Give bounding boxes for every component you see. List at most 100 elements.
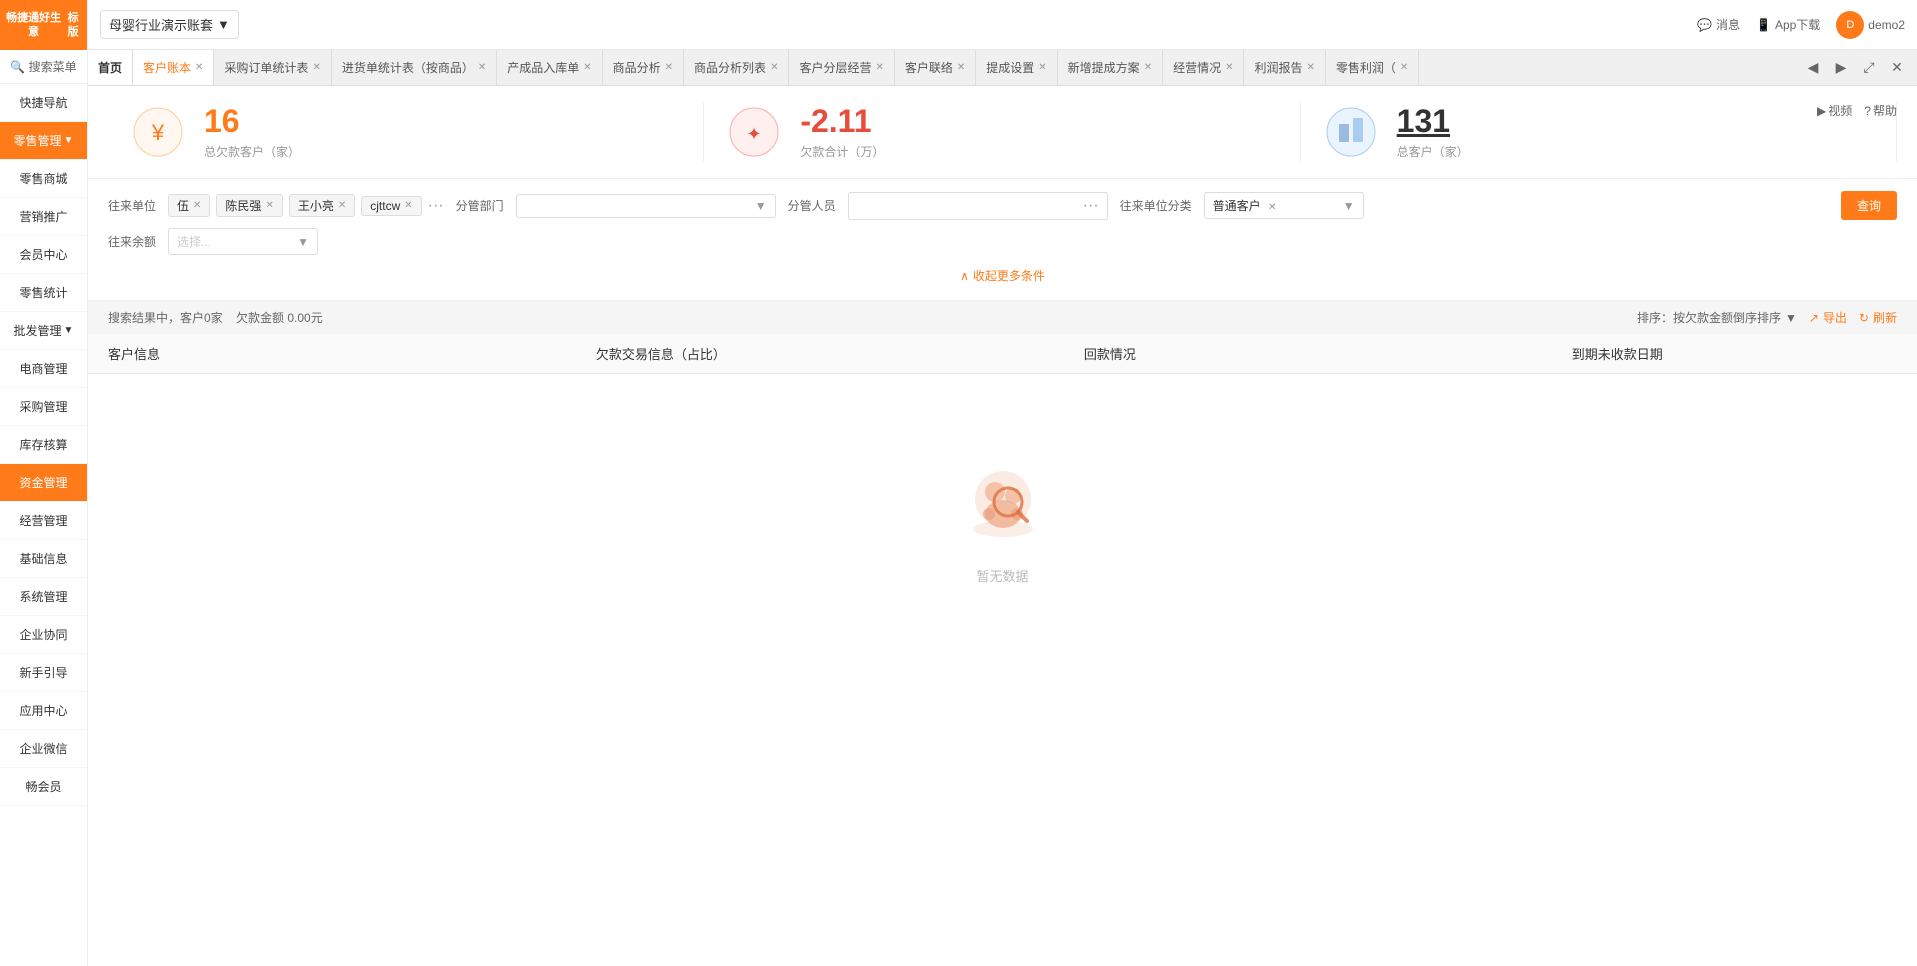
- tab-home[interactable]: 首页: [88, 50, 133, 86]
- tab-expand-btn[interactable]: ⤢: [1857, 56, 1881, 80]
- remove-category-tag[interactable]: ✕: [1268, 202, 1276, 213]
- sidebar-item-vip-member[interactable]: 畅会员: [0, 768, 87, 806]
- tab-close-icon[interactable]: ✕: [1144, 62, 1152, 73]
- more-tags-btn[interactable]: ···: [428, 198, 444, 214]
- tab-close-icon[interactable]: ✕: [1307, 62, 1315, 73]
- content-area: ¥ 16 总欠款客户（家） ✦ -2.11 欠款合计（: [88, 86, 1917, 966]
- sidebar-item-app-center[interactable]: 应用中心: [0, 692, 87, 730]
- filter-row-2: 往来余额 选择... ▼: [108, 228, 1897, 255]
- remove-tag-0[interactable]: ✕: [193, 200, 201, 211]
- remove-tag-2[interactable]: ✕: [338, 200, 346, 211]
- empty-icon: [953, 454, 1053, 554]
- tab-prev-btn[interactable]: ◀: [1801, 56, 1825, 80]
- sidebar-item-quick-nav[interactable]: 快捷导航: [0, 84, 87, 122]
- tab-retail-profit[interactable]: 零售利润（ ✕: [1326, 50, 1419, 86]
- sidebar-item-purchase[interactable]: 采购管理: [0, 388, 87, 426]
- filter-tag-2[interactable]: 王小亮 ✕: [289, 194, 355, 217]
- sidebar-item-enterprise-wechat[interactable]: 企业微信: [0, 730, 87, 768]
- sidebar-item-inventory[interactable]: 库存核算: [0, 426, 87, 464]
- search-menu[interactable]: 🔍 搜索菜单: [0, 50, 87, 84]
- top-bar-left: 母婴行业演示账套 ▼: [100, 10, 239, 39]
- tab-close-icon[interactable]: ✕: [770, 62, 778, 73]
- tab-close-icon[interactable]: ✕: [957, 62, 965, 73]
- tab-close-all-btn[interactable]: ✕: [1885, 56, 1909, 80]
- tab-customer-contact[interactable]: 客户联络 ✕: [895, 50, 976, 86]
- tab-close-icon[interactable]: ✕: [195, 62, 203, 73]
- tab-close-icon[interactable]: ✕: [583, 62, 591, 73]
- top-bar: 母婴行业演示账套 ▼ 💬 消息 📱 App下载 D demo2: [88, 0, 1917, 50]
- chevron-down-icon: ▼: [1785, 311, 1797, 325]
- sidebar-item-retail-mall[interactable]: 零售商城: [0, 160, 87, 198]
- sidebar-item-marketing[interactable]: 营销推广: [0, 198, 87, 236]
- filter-row-1: 往来单位 伍 ✕ 陈民强 ✕ 王小亮 ✕ cjttcw: [108, 191, 1897, 220]
- filter-category-select[interactable]: 普通客户 ✕ ▼: [1204, 192, 1364, 219]
- filter-balance-select[interactable]: 选择... ▼: [168, 228, 318, 255]
- refresh-btn[interactable]: ↻ 刷新: [1859, 309, 1897, 326]
- help-icon: ?: [1864, 104, 1871, 118]
- tab-close-icon[interactable]: ✕: [478, 62, 486, 73]
- tab-next-btn[interactable]: ▶: [1829, 56, 1853, 80]
- tab-close-icon[interactable]: ✕: [1400, 62, 1408, 73]
- tab-product-entry[interactable]: 产成品入库单 ✕: [497, 50, 602, 86]
- tab-customer-account[interactable]: 客户账本 ✕: [133, 50, 214, 86]
- sidebar-item-batch-mgmt[interactable]: 批发管理 ▼: [0, 312, 87, 350]
- stat-value-total: 131: [1397, 104, 1469, 139]
- tab-new-suggest[interactable]: 新增提成方案 ✕: [1058, 50, 1163, 86]
- message-btn[interactable]: 💬 消息: [1697, 16, 1740, 33]
- download-icon: 📱: [1756, 18, 1771, 32]
- sidebar-item-sys-mgmt[interactable]: 系统管理: [0, 578, 87, 616]
- tab-incoming-stats[interactable]: 进货单统计表（按商品） ✕: [332, 50, 497, 86]
- tab-suggest-settings[interactable]: 提成设置 ✕: [976, 50, 1057, 86]
- filter-tag-1[interactable]: 陈民强 ✕: [216, 194, 282, 217]
- stat-info-customers: 16 总欠款客户（家）: [204, 104, 300, 160]
- filter-label-unit: 往来单位: [108, 197, 156, 214]
- video-btn[interactable]: ▶ 视频: [1817, 102, 1852, 119]
- tab-customer-segment[interactable]: 客户分层经营 ✕: [789, 50, 894, 86]
- tab-close-icon[interactable]: ✕: [1225, 62, 1233, 73]
- tab-profit-report[interactable]: 利润报告 ✕: [1244, 50, 1325, 86]
- col-header-customer: 客户信息: [108, 344, 596, 363]
- sidebar-item-ecommerce[interactable]: 电商管理: [0, 350, 87, 388]
- remove-tag-3[interactable]: ✕: [404, 200, 412, 211]
- collapse-filter-btn[interactable]: ∧ 收起更多条件: [956, 263, 1049, 288]
- remove-tag-1[interactable]: ✕: [265, 200, 273, 211]
- top-bar-right: 💬 消息 📱 App下载 D demo2: [1697, 11, 1905, 39]
- export-btn[interactable]: ↗ 导出: [1809, 309, 1847, 326]
- tab-purchase-order[interactable]: 采购订单统计表 ✕: [214, 50, 331, 86]
- help-btn[interactable]: ? 帮助: [1864, 102, 1897, 119]
- stat-label-total: 总客户（家）: [1397, 143, 1469, 160]
- filter-tag-3[interactable]: cjttcw ✕: [361, 196, 421, 216]
- filter-tag-0[interactable]: 伍 ✕: [168, 194, 210, 217]
- sidebar-item-new-guide[interactable]: 新手引导: [0, 654, 87, 692]
- app-download-btn[interactable]: 📱 App下载: [1756, 16, 1820, 33]
- empty-state: 暂无数据: [88, 374, 1917, 665]
- tab-close-icon[interactable]: ✕: [312, 62, 320, 73]
- sidebar-item-finance[interactable]: 资金管理: [0, 464, 87, 502]
- filter-person-select[interactable]: ···: [848, 192, 1108, 220]
- sort-selector[interactable]: 排序：按欠款金额倒序排序 ▼: [1637, 309, 1797, 326]
- tab-product-analysis[interactable]: 商品分析 ✕: [603, 50, 684, 86]
- filter-dept-select[interactable]: ▼: [516, 194, 776, 218]
- sidebar-item-retail-stats[interactable]: 零售统计: [0, 274, 87, 312]
- dots-icon[interactable]: ···: [1083, 197, 1099, 215]
- chevron-down-icon: ▼: [64, 135, 74, 146]
- message-icon: 💬: [1697, 18, 1712, 32]
- tab-close-icon[interactable]: ✕: [1038, 62, 1046, 73]
- tab-close-icon[interactable]: ✕: [875, 62, 883, 73]
- sidebar-item-ops[interactable]: 经营管理: [0, 502, 87, 540]
- query-button[interactable]: 查询: [1841, 191, 1897, 220]
- user-profile[interactable]: D demo2: [1836, 11, 1905, 39]
- table-container: 客户信息 欠款交易信息（占比） 回款情况 到期未收款日期: [88, 334, 1917, 966]
- org-selector[interactable]: 母婴行业演示账套 ▼: [100, 10, 239, 39]
- chevron-down-icon: ▼: [1343, 199, 1355, 213]
- tab-close-icon[interactable]: ✕: [665, 62, 673, 73]
- sidebar-item-retail-mgmt[interactable]: 零售管理 ▼: [0, 122, 87, 160]
- sidebar-item-member[interactable]: 会员中心: [0, 236, 87, 274]
- app-logo: 畅捷通好生意标版: [0, 0, 87, 50]
- stat-actions: ▶ 视频 ? 帮助: [1817, 102, 1897, 119]
- tab-product-analysis-list[interactable]: 商品分析列表 ✕: [684, 50, 789, 86]
- tab-ops-situation[interactable]: 经营情况 ✕: [1163, 50, 1244, 86]
- sidebar-item-basic-info[interactable]: 基础信息: [0, 540, 87, 578]
- stat-icon-customers: ¥: [128, 102, 188, 162]
- sidebar-item-enterprise-coop[interactable]: 企业协同: [0, 616, 87, 654]
